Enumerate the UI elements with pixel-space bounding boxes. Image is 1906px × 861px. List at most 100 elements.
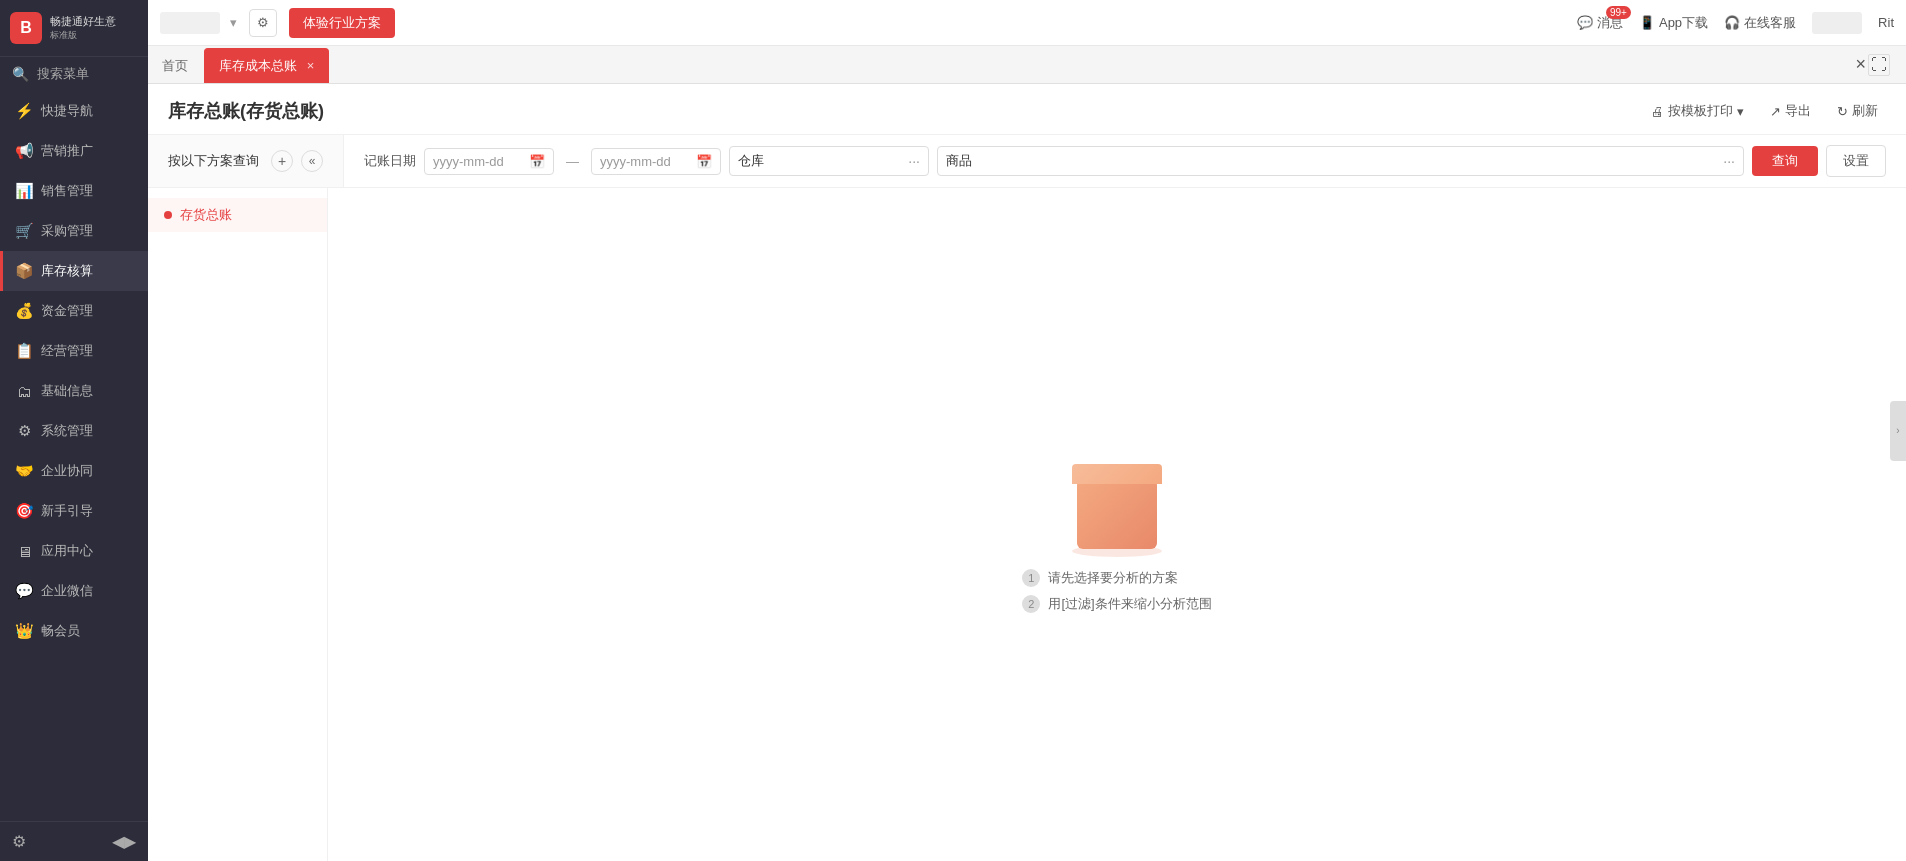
online-service-button[interactable]: 🎧 在线客服 bbox=[1724, 14, 1796, 32]
messages-badge: 99+ bbox=[1606, 6, 1631, 19]
sidebar-search-label: 搜索菜单 bbox=[37, 65, 89, 83]
main-area: ▾ ⚙ 体验行业方案 💬 消息 99+ 📱 App下载 🎧 在线客服 Rit bbox=[148, 0, 1906, 861]
empty-hint-2: 2 用[过滤]条件来缩小分析范围 bbox=[1022, 595, 1211, 613]
logo-badge: 标准版 bbox=[50, 29, 116, 42]
finance-icon: 💰 bbox=[15, 302, 33, 320]
sidebar-item-label: 基础信息 bbox=[41, 382, 93, 400]
empty-state: 1 请先选择要分析的方案 2 用[过滤]条件来缩小分析范围 bbox=[328, 188, 1906, 861]
breadcrumb-home[interactable] bbox=[160, 12, 220, 34]
sidebar-item-cooperation[interactable]: 🤝 企业协同 bbox=[0, 451, 148, 491]
scheme-item-label: 存货总账 bbox=[180, 206, 232, 224]
sidebar-nav: ⚡ 快捷导航 📢 营销推广 📊 销售管理 🛒 采购管理 📦 库存核算 💰 资金管… bbox=[0, 91, 148, 821]
sidebar-item-label: 库存核算 bbox=[41, 262, 93, 280]
filter-add-button[interactable]: + bbox=[271, 150, 293, 172]
messages-button[interactable]: 💬 消息 99+ bbox=[1577, 14, 1623, 32]
trial-button[interactable]: 体验行业方案 bbox=[289, 8, 395, 38]
tab-close-icon[interactable]: × bbox=[307, 58, 315, 73]
scheme-dot bbox=[164, 211, 172, 219]
print-button[interactable]: 🖨 按模板打印 ▾ bbox=[1643, 98, 1752, 124]
inventory-icon: 📦 bbox=[15, 262, 33, 280]
sidebar-item-vip[interactable]: 👑 畅会员 bbox=[0, 611, 148, 651]
page-header: 库存总账(存货总账) 🖨 按模板打印 ▾ ↗ 导出 ↻ 刷新 bbox=[148, 84, 1906, 135]
right-panel-toggle[interactable]: › bbox=[1890, 401, 1906, 461]
refresh-icon: ↻ bbox=[1837, 104, 1848, 119]
warehouse-select[interactable]: 仓库 ··· bbox=[729, 146, 929, 176]
print-icon: 🖨 bbox=[1651, 104, 1664, 119]
headset-icon: 🎧 bbox=[1724, 15, 1740, 30]
setup-button[interactable]: 设置 bbox=[1826, 145, 1886, 177]
sidebar-item-wechat[interactable]: 💬 企业微信 bbox=[0, 571, 148, 611]
topbar-settings-button[interactable]: ⚙ bbox=[249, 9, 277, 37]
sidebar-item-guide[interactable]: 🎯 新手引导 bbox=[0, 491, 148, 531]
online-service-label: 在线客服 bbox=[1744, 14, 1796, 32]
date-end-input[interactable]: yyyy-mm-dd 📅 bbox=[591, 148, 721, 175]
page-header-actions: 🖨 按模板打印 ▾ ↗ 导出 ↻ 刷新 bbox=[1643, 98, 1886, 124]
product-select[interactable]: 商品 ··· bbox=[937, 146, 1744, 176]
sidebar-item-system[interactable]: ⚙ 系统管理 bbox=[0, 411, 148, 451]
filter-scheme-row: 按以下方案查询 + « 记账日期 yyyy-mm-dd 📅 — yyyy-mm-… bbox=[148, 135, 1906, 188]
system-icon: ⚙ bbox=[15, 422, 33, 440]
search-icon: 🔍 bbox=[12, 66, 29, 82]
hint-1-number: 1 bbox=[1022, 569, 1040, 587]
sidebar: B 畅捷通好生意 标准版 🔍 搜索菜单 ⚡ 快捷导航 📢 营销推广 📊 销售管理… bbox=[0, 0, 148, 861]
user-avatar[interactable] bbox=[1812, 12, 1862, 34]
message-icon: 💬 bbox=[1577, 15, 1593, 30]
print-label: 按模板打印 bbox=[1668, 102, 1733, 120]
sidebar-item-finance[interactable]: 💰 资金管理 bbox=[0, 291, 148, 331]
tab-label: 库存成本总账 bbox=[219, 58, 297, 73]
hint-1-text: 请先选择要分析的方案 bbox=[1048, 569, 1178, 587]
sidebar-item-appcenter[interactable]: 🖥 应用中心 bbox=[0, 531, 148, 571]
refresh-label: 刷新 bbox=[1852, 102, 1878, 120]
app-download-button[interactable]: 📱 App下载 bbox=[1639, 14, 1708, 32]
tab-inventory-ledger[interactable]: 库存成本总账 × bbox=[204, 48, 329, 83]
sidebar-item-shortcut[interactable]: ⚡ 快捷导航 bbox=[0, 91, 148, 131]
filter-collapse-button[interactable]: « bbox=[301, 150, 323, 172]
hint-2-number: 2 bbox=[1022, 595, 1040, 613]
sidebar-item-sales[interactable]: 📊 销售管理 bbox=[0, 171, 148, 211]
sidebar-item-label: 系统管理 bbox=[41, 422, 93, 440]
app-logo: B 畅捷通好生意 标准版 bbox=[0, 0, 148, 57]
warehouse-more-icon: ··· bbox=[908, 153, 920, 169]
top-bar: ▾ ⚙ 体验行业方案 💬 消息 99+ 📱 App下载 🎧 在线客服 Rit bbox=[148, 0, 1906, 46]
date-separator: — bbox=[566, 154, 579, 169]
sidebar-item-label: 营销推广 bbox=[41, 142, 93, 160]
tab-home[interactable]: 首页 bbox=[148, 49, 202, 83]
sidebar-item-marketing[interactable]: 📢 营销推广 bbox=[0, 131, 148, 171]
scheme-item-inventory[interactable]: 存货总账 bbox=[148, 198, 327, 232]
empty-hints: 1 请先选择要分析的方案 2 用[过滤]条件来缩小分析范围 bbox=[1022, 569, 1211, 621]
appcenter-icon: 🖥 bbox=[15, 543, 33, 560]
query-button[interactable]: 查询 bbox=[1752, 146, 1818, 176]
scheme-sidebar: 存货总账 bbox=[148, 188, 328, 861]
vip-icon: 👑 bbox=[15, 622, 33, 640]
refresh-button[interactable]: ↻ 刷新 bbox=[1829, 98, 1886, 124]
export-button[interactable]: ↗ 导出 bbox=[1762, 98, 1819, 124]
breadcrumb: ▾ bbox=[160, 12, 241, 34]
sidebar-item-label: 应用中心 bbox=[41, 542, 93, 560]
sidebar-item-operation[interactable]: 📋 经营管理 bbox=[0, 331, 148, 371]
page-container: 库存总账(存货总账) 🖨 按模板打印 ▾ ↗ 导出 ↻ 刷新 bbox=[148, 84, 1906, 861]
footer-settings-icon[interactable]: ⚙ bbox=[12, 832, 26, 851]
page-title: 库存总账(存货总账) bbox=[168, 99, 324, 123]
main-content: 存货总账 1 请先选择要分析的方案 bbox=[148, 188, 1906, 861]
shortcut-icon: ⚡ bbox=[15, 102, 33, 120]
basic-icon: 🗂 bbox=[15, 383, 33, 400]
expand-icon[interactable]: ⛶ bbox=[1868, 54, 1890, 76]
logo-app-name: 畅捷通好生意 bbox=[50, 14, 116, 29]
hint-2-text: 用[过滤]条件来缩小分析范围 bbox=[1048, 595, 1211, 613]
product-label: 商品 bbox=[946, 152, 972, 170]
empty-box-top bbox=[1072, 464, 1162, 484]
guide-icon: 🎯 bbox=[15, 502, 33, 520]
warehouse-label: 仓库 bbox=[738, 152, 764, 170]
footer-toggle-icon[interactable]: ◀▶ bbox=[112, 832, 136, 851]
sidebar-item-basic[interactable]: 🗂 基础信息 bbox=[0, 371, 148, 411]
filter-label: 按以下方案查询 bbox=[168, 152, 259, 170]
close-panel-button[interactable]: × bbox=[1855, 54, 1866, 75]
sidebar-search[interactable]: 🔍 搜索菜单 bbox=[0, 57, 148, 91]
sidebar-item-inventory[interactable]: 📦 库存核算 bbox=[0, 251, 148, 291]
top-bar-left: ▾ ⚙ 体验行业方案 bbox=[160, 8, 1577, 38]
sidebar-item-label: 采购管理 bbox=[41, 222, 93, 240]
date-start-input[interactable]: yyyy-mm-dd 📅 bbox=[424, 148, 554, 175]
print-chevron-icon: ▾ bbox=[1737, 104, 1744, 119]
app-download-label: App下载 bbox=[1659, 14, 1708, 32]
sidebar-item-purchase[interactable]: 🛒 采购管理 bbox=[0, 211, 148, 251]
